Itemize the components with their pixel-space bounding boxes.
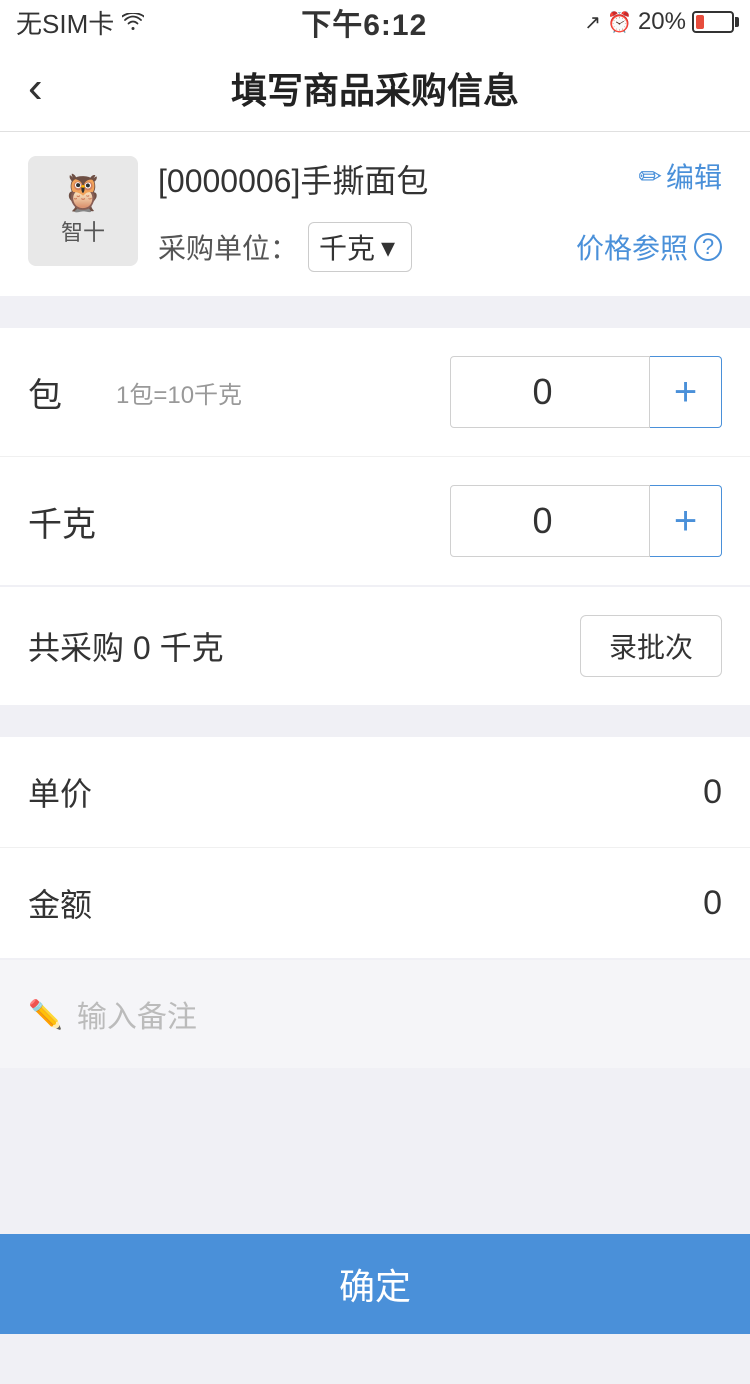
- info-icon: ?: [694, 233, 722, 261]
- qty-row-kg: 千克 +: [0, 457, 750, 585]
- back-button[interactable]: ‹: [28, 66, 43, 110]
- price-section: 单价 0 金额 0: [0, 737, 750, 958]
- batch-button[interactable]: 录批次: [580, 615, 722, 677]
- unit-price-value: 0: [703, 773, 722, 812]
- product-info: [0000006]手撕面包 ✏ 编辑 采购单位： 千克 ▾ 价格参照 ?: [158, 156, 722, 272]
- price-row-unit: 单价 0: [0, 737, 750, 848]
- summary-label: 共采购 0 千克: [28, 623, 224, 669]
- qty-input-kg[interactable]: [450, 485, 650, 557]
- separator-2: [0, 721, 750, 737]
- separator-1: [0, 312, 750, 328]
- price-row-amount: 金额 0: [0, 848, 750, 958]
- qty-label-bag: 包: [28, 368, 108, 417]
- product-thumbnail-icon: 🦉: [61, 175, 106, 211]
- battery-percent: 20%: [638, 8, 686, 36]
- brand-label: 智十: [61, 215, 105, 247]
- status-right: ↗ ⏰ 20%: [584, 8, 734, 36]
- edit-icon: ✏: [639, 160, 662, 193]
- summary-section: 共采购 0 千克 录批次: [0, 587, 750, 705]
- confirm-button[interactable]: 确定: [0, 1234, 750, 1334]
- product-name: [0000006]手撕面包: [158, 156, 639, 202]
- qty-input-bag[interactable]: [450, 356, 650, 428]
- qty-input-wrap-bag: +: [450, 356, 722, 428]
- status-bar: 无SIM卡 下午6:12 ↗ ⏰ 20%: [0, 0, 750, 44]
- qty-sub-label-bag: 1包=10千克: [116, 375, 242, 410]
- qty-row-bag: 包 1包=10千克 +: [0, 328, 750, 457]
- product-card: 🦉 智十 [0000006]手撕面包 ✏ 编辑 采购单位： 千克 ▾ 价格参照 …: [0, 132, 750, 296]
- amount-value: 0: [703, 884, 722, 923]
- qty-input-wrap-kg: +: [450, 485, 722, 557]
- notes-section[interactable]: ✏️ 输入备注: [0, 960, 750, 1068]
- edit-button[interactable]: ✏ 编辑: [639, 156, 722, 196]
- qty-plus-kg[interactable]: +: [650, 485, 722, 557]
- nav-bar: ‹ 填写商品采购信息: [0, 44, 750, 132]
- product-unit-row: 采购单位： 千克 ▾ 价格参照 ?: [158, 222, 722, 272]
- product-image: 🦉 智十: [28, 156, 138, 266]
- status-time: 下午6:12: [301, 0, 427, 44]
- location-icon: ↗: [584, 10, 601, 35]
- battery-icon: [692, 11, 734, 33]
- alarm-icon: ⏰: [607, 10, 632, 35]
- pencil-icon: ✏️: [28, 998, 63, 1031]
- quantity-section: 包 1包=10千克 + 千克 +: [0, 328, 750, 585]
- chevron-down-icon: ▾: [381, 231, 395, 264]
- price-reference-button[interactable]: 价格参照 ?: [576, 227, 722, 267]
- status-carrier: 无SIM卡: [16, 4, 144, 41]
- amount-label: 金额: [28, 880, 92, 926]
- qty-label-kg: 千克: [28, 497, 108, 546]
- qty-plus-bag[interactable]: +: [650, 356, 722, 428]
- wifi-icon: [122, 7, 144, 38]
- summary-row: 共采购 0 千克 录批次: [0, 587, 750, 705]
- product-header: [0000006]手撕面包 ✏ 编辑: [158, 156, 722, 202]
- unit-select[interactable]: 千克 ▾: [308, 222, 412, 272]
- unit-label: 采购单位：: [158, 227, 298, 267]
- unit-price-label: 单价: [28, 769, 92, 815]
- notes-placeholder: 输入备注: [77, 992, 197, 1036]
- page-title: 填写商品采购信息: [231, 62, 519, 114]
